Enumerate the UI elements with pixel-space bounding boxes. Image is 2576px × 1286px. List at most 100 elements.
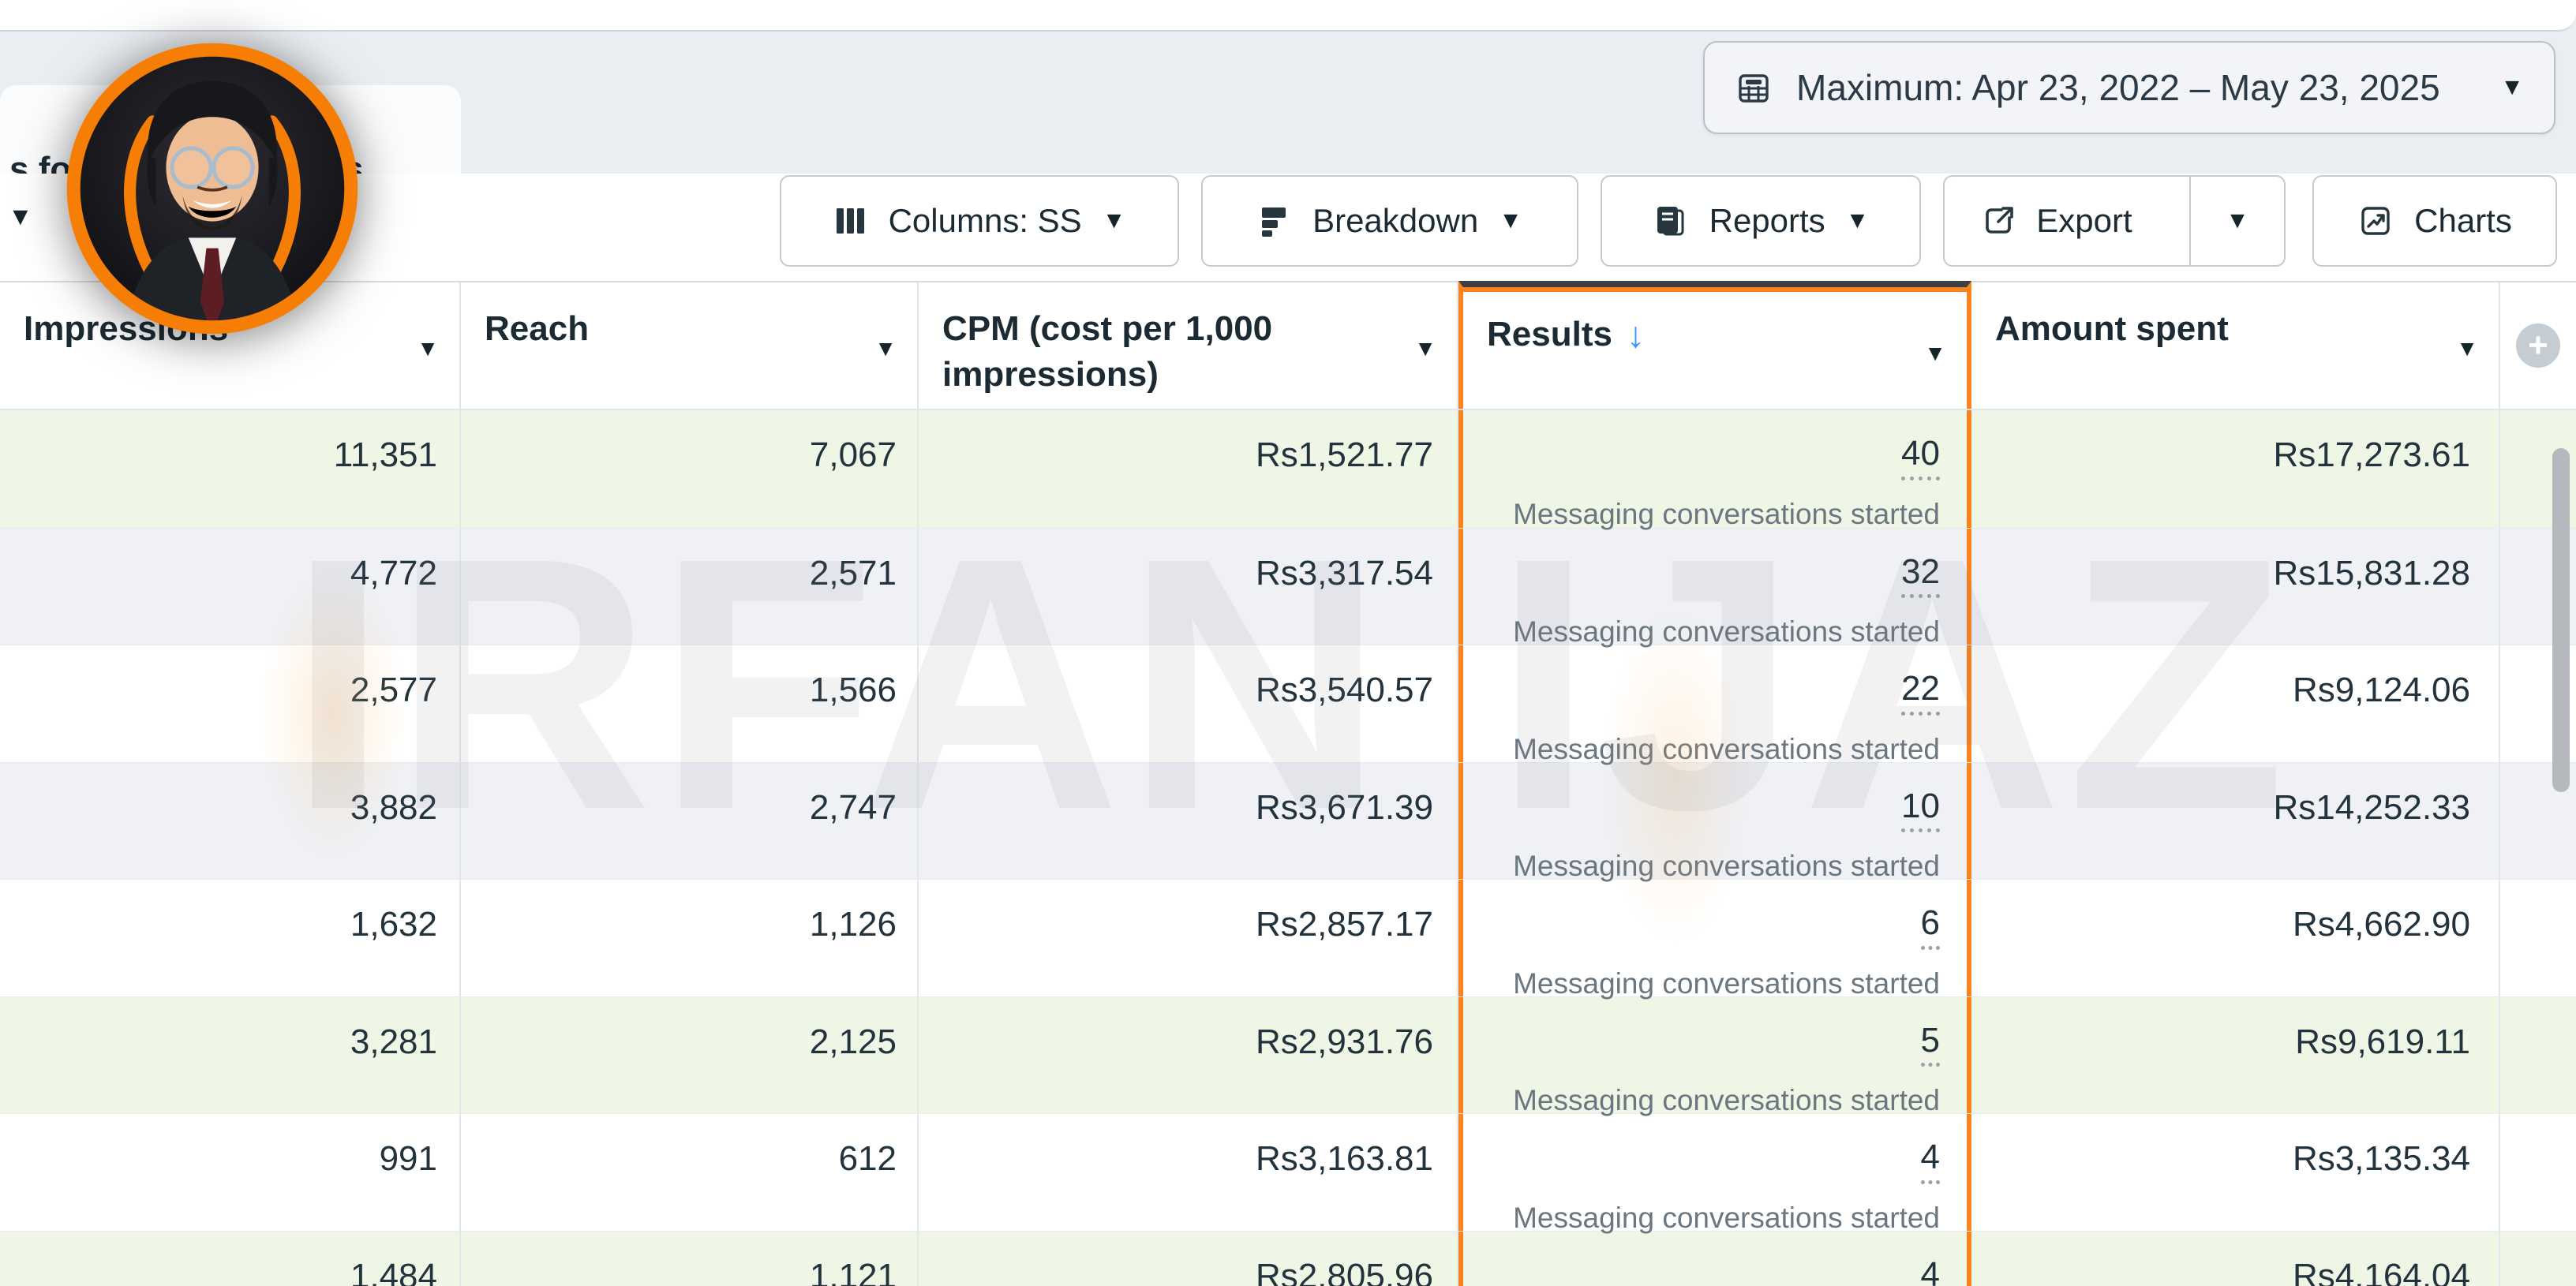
caret-down-icon [2226, 209, 2249, 233]
export-icon [1981, 203, 2017, 239]
empty-cell [2500, 997, 2576, 1114]
columns-icon [833, 204, 868, 238]
results-type-label: Messaging conversations started [1513, 966, 1940, 1000]
breakdown-icon [1257, 204, 1292, 238]
cpm-cell: Rs1,521.77 [919, 410, 1458, 528]
caret-down-icon[interactable] [8, 202, 33, 231]
caret-down-icon[interactable] [874, 335, 897, 364]
reach-cell: 1,126 [461, 880, 919, 996]
results-value[interactable]: 5 [1920, 1021, 1940, 1067]
reports-icon [1653, 203, 1689, 239]
calendar-icon [1735, 69, 1773, 107]
amount-spent-cell: Rs14,252.33 [1971, 762, 2500, 879]
column-header-label: CPM (cost per 1,000 impressions) [942, 309, 1273, 394]
results-value[interactable]: 40 [1901, 434, 1940, 480]
table-row[interactable]: 991 612 Rs3,163.81 4 Messaging conversat… [0, 1113, 2576, 1234]
results-cell[interactable]: 6 Messaging conversations started [1458, 880, 1971, 1000]
results-value[interactable]: 4 [1921, 1255, 1940, 1286]
amount-spent-cell: Rs4,164.04 [1971, 1231, 2500, 1286]
date-range-label: Maximum: Apr 23, 2022 – May 23, 2025 [1796, 67, 2440, 108]
results-cell[interactable]: 4 Messaging conversations started [1458, 1231, 1971, 1286]
caret-down-icon [2500, 76, 2524, 99]
cpm-cell: Rs2,805.96 [919, 1231, 1458, 1286]
reach-cell: 2,125 [461, 996, 919, 1113]
results-value[interactable]: 32 [1901, 552, 1940, 599]
date-range-dropdown[interactable]: Maximum: Apr 23, 2022 – May 23, 2025 [1703, 41, 2555, 134]
cpm-cell: Rs3,163.81 [919, 1114, 1458, 1231]
table-row[interactable]: 1,484 1,121 Rs2,805.96 4 Messaging conve… [0, 1230, 2576, 1286]
cpm-cell: Rs3,540.57 [919, 645, 1458, 762]
results-value[interactable]: 10 [1901, 787, 1940, 833]
reach-cell: 612 [461, 1114, 919, 1231]
results-cell[interactable]: 40 Messaging conversations started [1458, 410, 1971, 530]
results-type-label: Messaging conversations started [1513, 1201, 1940, 1234]
results-type-label: Messaging conversations started [1513, 615, 1940, 649]
caret-down-icon[interactable] [2456, 335, 2478, 364]
top-strip [0, 0, 2576, 32]
reports-button[interactable]: Reports [1601, 175, 1921, 267]
columns-button-label: Columns: SS [888, 202, 1082, 239]
empty-cell [2500, 1232, 2576, 1286]
charts-button-label: Charts [2414, 202, 2512, 239]
reach-cell: 2,747 [461, 762, 919, 879]
results-value[interactable]: 6 [1920, 903, 1940, 950]
impressions-cell: 3,882 [0, 762, 461, 879]
caret-down-icon [1846, 209, 1870, 233]
column-header-reach[interactable]: Reach [461, 282, 919, 409]
column-header-label: Amount spent [1995, 309, 2229, 348]
table-header-row: Impressions Reach CPM (cost per 1,000 im… [0, 281, 2576, 410]
amount-spent-cell: Rs4,662.90 [1971, 880, 2500, 996]
cpm-cell: Rs2,931.76 [919, 996, 1458, 1113]
export-options-caret[interactable] [2189, 177, 2284, 265]
results-type-label: Messaging conversations started [1513, 1084, 1940, 1117]
reports-button-label: Reports [1709, 202, 1825, 239]
vertical-scrollbar[interactable] [2552, 448, 2570, 792]
column-header-amount-spent[interactable]: Amount spent [1971, 282, 2500, 409]
results-value[interactable]: 4 [1920, 1138, 1940, 1184]
caret-down-icon [1499, 209, 1522, 233]
export-button[interactable]: Export [1943, 175, 2286, 267]
charts-button[interactable]: Charts [2312, 175, 2557, 267]
reach-cell: 2,571 [461, 528, 919, 645]
cpm-cell: Rs2,857.17 [919, 880, 1458, 996]
sort-descending-icon[interactable]: ↓ [1627, 311, 1645, 359]
reach-cell: 1,121 [461, 1231, 919, 1286]
results-cell[interactable]: 22 Messaging conversations started [1458, 645, 1971, 765]
impressions-cell: 3,281 [0, 996, 461, 1113]
add-column-button[interactable]: + [2500, 282, 2576, 409]
column-header-label: Reach [485, 309, 590, 348]
table-row[interactable]: 3,882 2,747 Rs3,671.39 10 Messaging conv… [0, 761, 2576, 882]
column-header-results[interactable]: Results ↓ [1458, 281, 1971, 409]
empty-cell [2500, 1114, 2576, 1231]
results-type-label: Messaging conversations started [1513, 732, 1940, 765]
amount-spent-cell: Rs9,619.11 [1971, 996, 2500, 1113]
table-row[interactable]: 1,632 1,126 Rs2,857.17 6 Messaging conve… [0, 879, 2576, 1000]
impressions-cell: 11,351 [0, 410, 461, 528]
results-cell[interactable]: 10 Messaging conversations started [1458, 762, 1971, 882]
table-row[interactable]: 2,577 1,566 Rs3,540.57 22 Messaging conv… [0, 645, 2576, 765]
results-cell[interactable]: 32 Messaging conversations started [1458, 528, 1971, 648]
amount-spent-cell: Rs3,135.34 [1971, 1114, 2500, 1231]
results-value[interactable]: 22 [1901, 669, 1940, 716]
columns-button[interactable]: Columns: SS [780, 175, 1179, 267]
column-header-label: Results [1487, 315, 1612, 354]
table-row[interactable]: 3,281 2,125 Rs2,931.76 5 Messaging conve… [0, 996, 2576, 1117]
impressions-cell: 4,772 [0, 528, 461, 645]
caret-down-icon[interactable] [1414, 335, 1436, 364]
breakdown-button[interactable]: Breakdown [1201, 175, 1578, 267]
table-row[interactable]: 4,772 2,571 Rs3,317.54 32 Messaging conv… [0, 527, 2576, 648]
results-cell[interactable]: 5 Messaging conversations started [1458, 996, 1971, 1117]
results-cell[interactable]: 4 Messaging conversations started [1458, 1114, 1971, 1234]
caret-down-icon[interactable] [1924, 339, 1946, 368]
column-header-cpm[interactable]: CPM (cost per 1,000 impressions) [919, 282, 1458, 409]
export-button-main[interactable]: Export [1945, 177, 2169, 265]
results-type-label: Messaging conversations started [1513, 497, 1940, 530]
impressions-cell: 2,577 [0, 645, 461, 762]
cpm-cell: Rs3,671.39 [919, 762, 1458, 879]
impressions-cell: 1,632 [0, 880, 461, 996]
cpm-cell: Rs3,317.54 [919, 528, 1458, 645]
avatar [63, 39, 361, 338]
export-button-label: Export [2036, 202, 2132, 239]
table-row[interactable]: 11,351 7,067 Rs1,521.77 40 Messaging con… [0, 410, 2576, 530]
caret-down-icon[interactable] [417, 335, 439, 364]
